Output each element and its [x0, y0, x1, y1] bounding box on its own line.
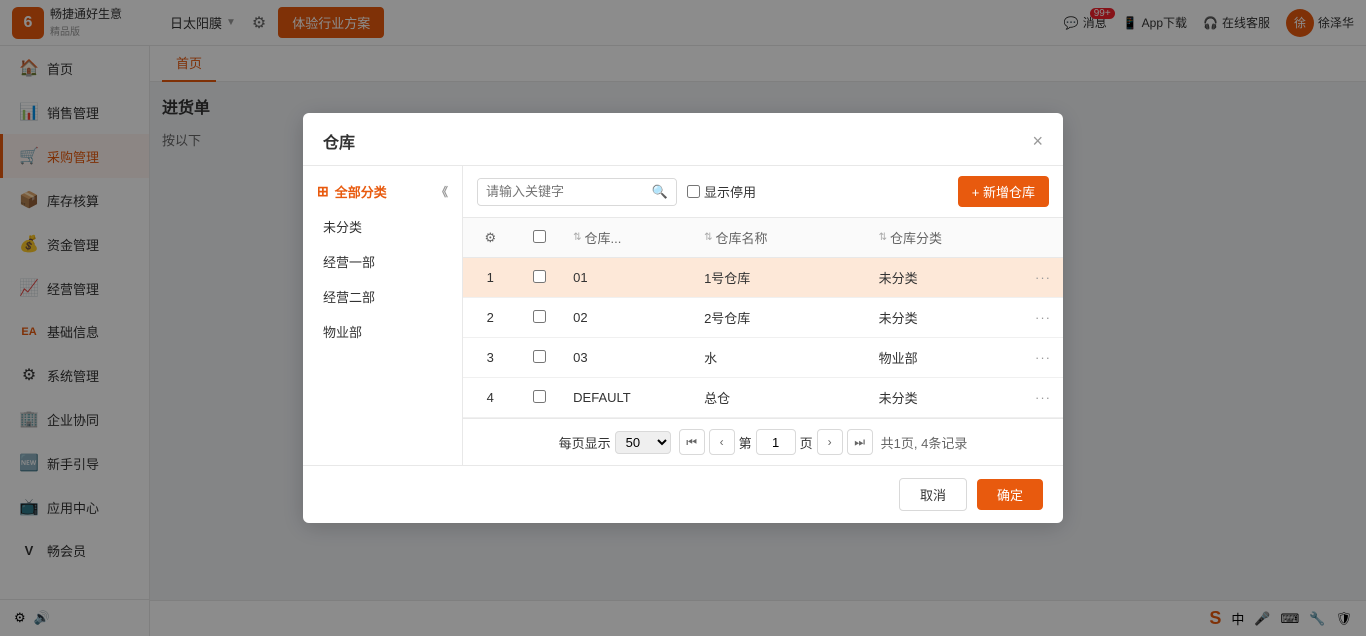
warehouse-table-wrap: ⚙ ⇅ 仓库... [463, 218, 1063, 418]
table-row[interactable]: 3 03 水 物业部 ··· [463, 338, 1063, 378]
search-icon[interactable]: 🔍 [644, 179, 676, 205]
name-sort-icon: ⇅ [704, 232, 712, 243]
th-settings: ⚙ [463, 218, 518, 258]
last-page-button[interactable]: ⏭ [847, 429, 873, 455]
modal-body: ⊞ 全部分类 《 未分类 经营一部 经营二部 物业部 [303, 166, 1063, 465]
row-name: 1号仓库 [692, 258, 867, 298]
row-category: 未分类 [867, 258, 998, 298]
row-code: 01 [561, 258, 692, 298]
th-more [998, 218, 1064, 258]
modal-header: 仓库 × [303, 113, 1063, 166]
warehouse-modal: 仓库 × ⊞ 全部分类 《 未分类 经营一部 经营二部 [303, 113, 1063, 523]
all-categories-item[interactable]: ⊞ 全部分类 《 [303, 174, 462, 209]
more-icon[interactable]: ··· [1035, 350, 1051, 365]
add-warehouse-button[interactable]: + 新增仓库 [958, 176, 1049, 207]
row-checkbox-cell[interactable] [518, 298, 562, 338]
select-all-checkbox[interactable] [533, 230, 546, 243]
row-more[interactable]: ··· [998, 338, 1064, 378]
table-row[interactable]: 4 DEFAULT 总仓 未分类 ··· [463, 378, 1063, 418]
next-page-button[interactable]: › [817, 429, 843, 455]
all-categories-label: 全部分类 [335, 182, 387, 201]
sort-icon: ⇅ [573, 232, 581, 243]
row-checkbox-cell[interactable] [518, 338, 562, 378]
table-body: 1 01 1号仓库 未分类 ··· 2 02 2号仓库 未分类 ··· 3 03… [463, 258, 1063, 418]
row-code: 03 [561, 338, 692, 378]
modal-close-button[interactable]: × [1032, 131, 1043, 152]
category-item-unclassified[interactable]: 未分类 [303, 209, 462, 244]
collapse-icon[interactable]: 《 [436, 183, 448, 200]
category-item-ops1[interactable]: 经营一部 [303, 244, 462, 279]
confirm-button[interactable]: 确定 [977, 479, 1043, 510]
row-checkbox-cell[interactable] [518, 378, 562, 418]
table-row[interactable]: 2 02 2号仓库 未分类 ··· [463, 298, 1063, 338]
row-num: 3 [463, 338, 518, 378]
content-panel: 🔍 显示停用 + 新增仓库 ⚙ [463, 166, 1063, 465]
page-number-input[interactable] [756, 429, 796, 455]
page-info: 共1页, 4条记录 [881, 433, 968, 452]
th-code: ⇅ 仓库... [561, 218, 692, 258]
pagination: 每页显示 50 100 200 ⏮ ‹ 第 页 › [463, 418, 1063, 465]
row-num: 4 [463, 378, 518, 418]
table-row[interactable]: 1 01 1号仓库 未分类 ··· [463, 258, 1063, 298]
cancel-button[interactable]: 取消 [899, 478, 967, 511]
settings-col-icon: ⚙ [484, 230, 496, 245]
row-num: 1 [463, 258, 518, 298]
category-item-ops2[interactable]: 经营二部 [303, 279, 462, 314]
row-category: 未分类 [867, 378, 998, 418]
row-checkbox[interactable] [533, 390, 546, 403]
more-icon[interactable]: ··· [1035, 310, 1051, 325]
show-disabled-label[interactable]: 显示停用 [687, 182, 756, 201]
row-name: 水 [692, 338, 867, 378]
modal-overlay: 仓库 × ⊞ 全部分类 《 未分类 经营一部 经营二部 [0, 0, 1366, 636]
more-icon[interactable]: ··· [1035, 270, 1051, 285]
page-size-dropdown[interactable]: 50 100 200 [615, 431, 671, 454]
page-size-select: 每页显示 50 100 200 [559, 431, 671, 454]
modal-title: 仓库 [323, 129, 355, 153]
warehouse-table: ⚙ ⇅ 仓库... [463, 218, 1063, 418]
search-input[interactable] [478, 179, 644, 204]
row-more[interactable]: ··· [998, 258, 1064, 298]
row-name: 2号仓库 [692, 298, 867, 338]
first-page-button[interactable]: ⏮ [679, 429, 705, 455]
row-more[interactable]: ··· [998, 378, 1064, 418]
table-header: ⚙ ⇅ 仓库... [463, 218, 1063, 258]
row-more[interactable]: ··· [998, 298, 1064, 338]
grid-icon: ⊞ [317, 183, 329, 200]
row-checkbox-cell[interactable] [518, 258, 562, 298]
row-category: 物业部 [867, 338, 998, 378]
content-toolbar: 🔍 显示停用 + 新增仓库 [463, 166, 1063, 218]
row-code: DEFAULT [561, 378, 692, 418]
category-panel: ⊞ 全部分类 《 未分类 经营一部 经营二部 物业部 [303, 166, 463, 465]
modal-footer: 取消 确定 [303, 465, 1063, 523]
th-name: ⇅ 仓库名称 [692, 218, 867, 258]
row-checkbox[interactable] [533, 310, 546, 323]
row-checkbox[interactable] [533, 270, 546, 283]
show-disabled-checkbox[interactable] [687, 185, 700, 198]
page-nav: ⏮ ‹ 第 页 › ⏭ [679, 429, 873, 455]
row-checkbox[interactable] [533, 350, 546, 363]
cat-sort-icon: ⇅ [879, 232, 887, 243]
th-category: ⇅ 仓库分类 [867, 218, 998, 258]
category-item-property[interactable]: 物业部 [303, 314, 462, 349]
more-icon[interactable]: ··· [1035, 390, 1051, 405]
search-input-wrap: 🔍 [477, 178, 677, 206]
th-check [518, 218, 562, 258]
prev-page-button[interactable]: ‹ [709, 429, 735, 455]
row-num: 2 [463, 298, 518, 338]
row-category: 未分类 [867, 298, 998, 338]
row-name: 总仓 [692, 378, 867, 418]
row-code: 02 [561, 298, 692, 338]
